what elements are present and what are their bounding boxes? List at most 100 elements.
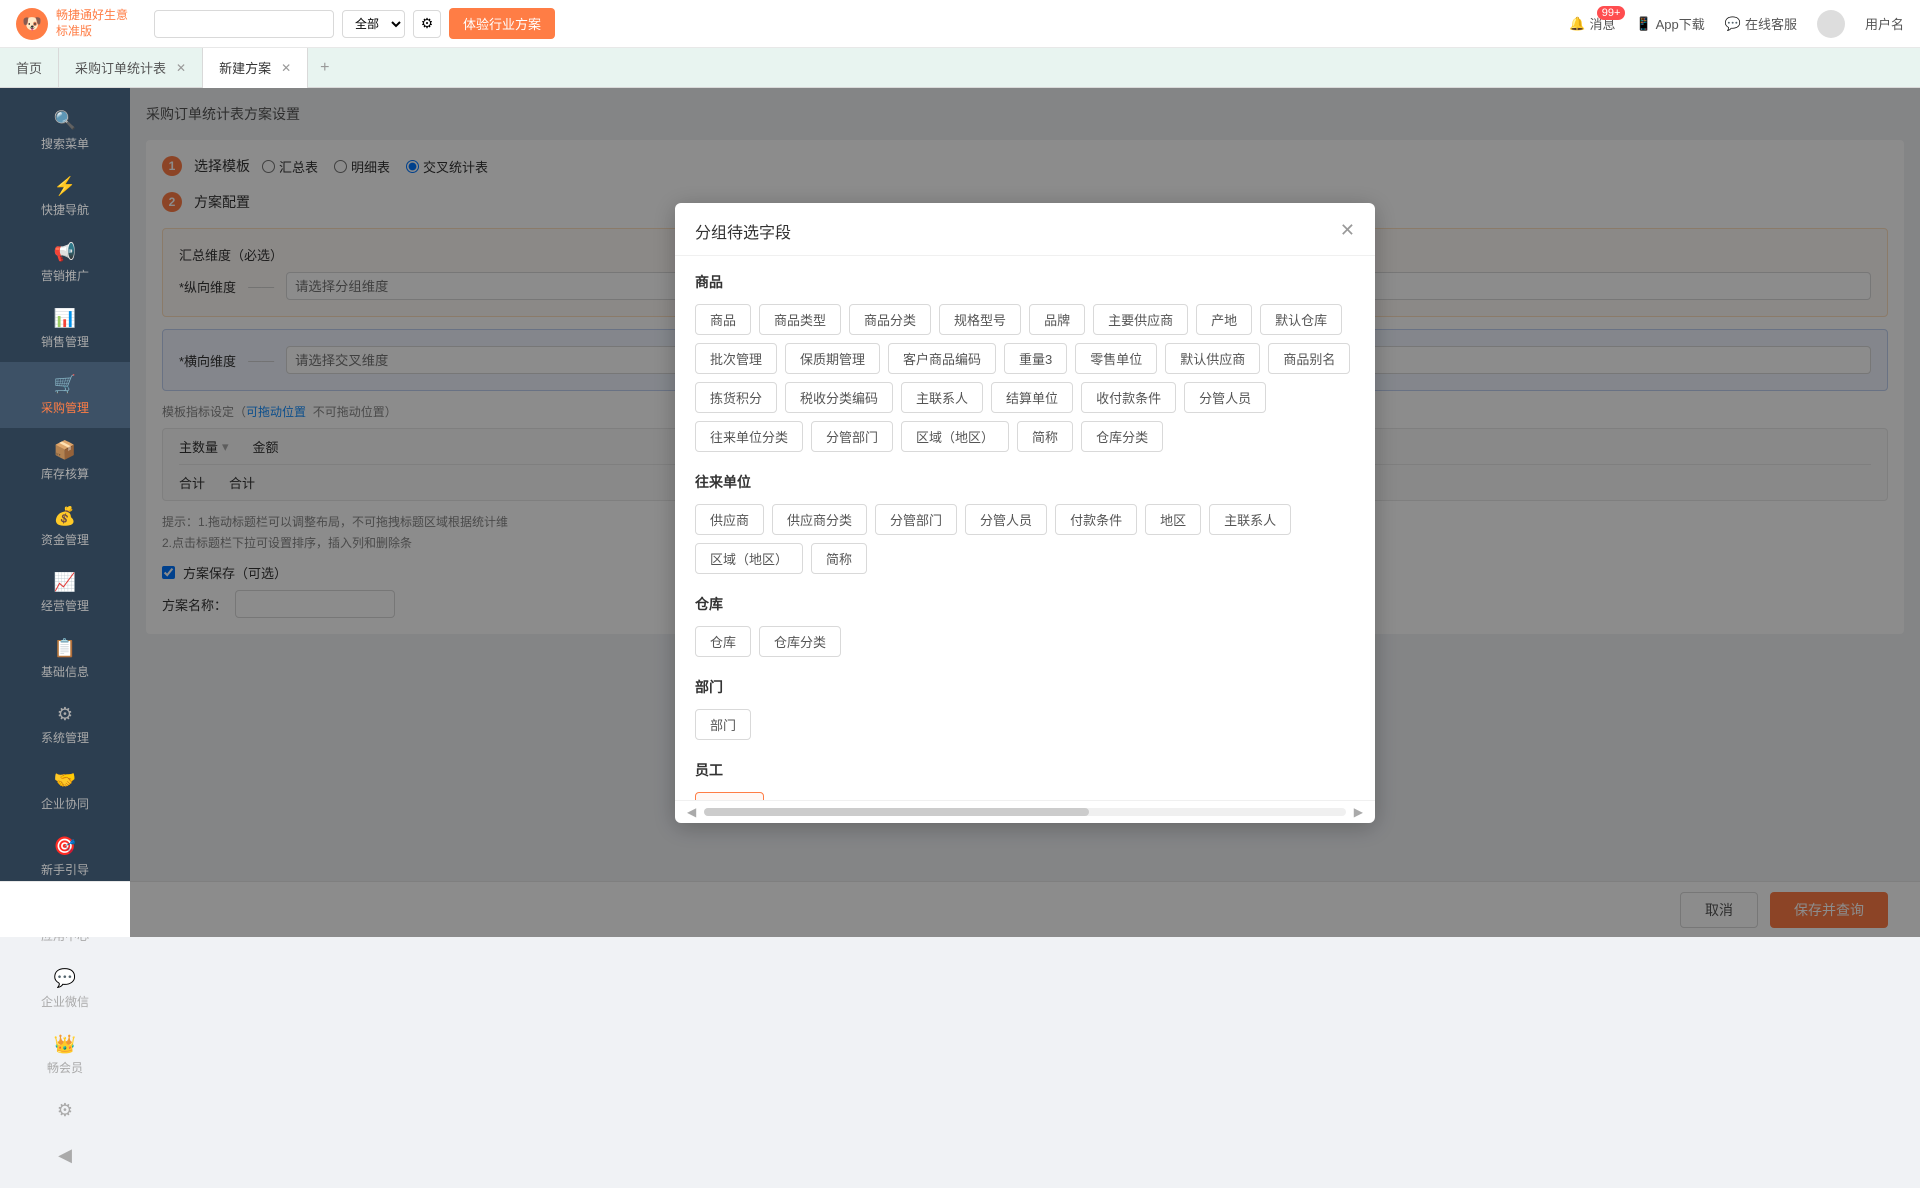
- sidebar-item-basic-info[interactable]: 📋 基础信息: [0, 626, 130, 692]
- field-tag-region[interactable]: 区域（地区）: [901, 421, 1009, 452]
- collapse-icon: ◀: [58, 1145, 72, 1166]
- tab-add-button[interactable]: +: [308, 59, 341, 77]
- field-tag-supervisor[interactable]: 分管人员: [1184, 382, 1266, 413]
- field-tag-mgmt-person[interactable]: 分管人员: [965, 504, 1047, 535]
- field-tag-batch-mgmt[interactable]: 批次管理: [695, 343, 777, 374]
- sidebar-item-purchase-label: 采购管理: [41, 399, 89, 416]
- search-dropdown[interactable]: 全部: [342, 10, 405, 38]
- sidebar-item-wechat[interactable]: 💬 企业微信: [0, 956, 130, 1022]
- field-tag-settlement-unit[interactable]: 结算单位: [991, 382, 1073, 413]
- section-department-tags: 部门: [695, 709, 1355, 740]
- field-tag-warehouse-category[interactable]: 仓库分类: [1081, 421, 1163, 452]
- field-tag-spec-model[interactable]: 规格型号: [939, 304, 1021, 335]
- section-counterpart-tags: 供应商 供应商分类 分管部门 分管人员 付款条件 地区 主联系人 区域（地区） …: [695, 504, 1355, 574]
- field-tag-main-contact2[interactable]: 主联系人: [1209, 504, 1291, 535]
- sidebar-item-operations[interactable]: 📈 经营管理: [0, 560, 130, 626]
- section-employee-tags: 业务员: [695, 792, 1355, 800]
- content-area: 采购订单统计表方案设置 1 选择模板 汇总表 明细表 交叉统计表 2 方案配置 …: [130, 88, 1920, 937]
- crown-icon: 👑: [54, 1034, 76, 1055]
- field-tag-supplier-category[interactable]: 供应商分类: [772, 504, 867, 535]
- section-employee-title: 员工: [695, 760, 1355, 780]
- sidebar-item-search[interactable]: 🔍 搜索菜单: [0, 98, 130, 164]
- sidebar-item-marketing-label: 营销推广: [41, 267, 89, 284]
- sidebar-item-inventory-label: 库存核算: [41, 465, 89, 482]
- sidebar-item-sales[interactable]: 📊 销售管理: [0, 296, 130, 362]
- tab-purchase-stat-close[interactable]: ✕: [176, 61, 186, 75]
- trial-button[interactable]: 体验行业方案: [449, 8, 555, 39]
- sidebar-settings-btn[interactable]: ⚙: [0, 1088, 130, 1133]
- sidebar-collapse-btn[interactable]: ◀: [0, 1133, 130, 1178]
- sidebar-item-purchase[interactable]: 🛒 采购管理: [0, 362, 130, 428]
- field-tag-pick-score[interactable]: 拣货积分: [695, 382, 777, 413]
- online-service-item[interactable]: 💬 在线客服: [1725, 14, 1797, 33]
- field-tag-department[interactable]: 部门: [695, 709, 751, 740]
- sidebar-item-marketing[interactable]: 📢 营销推广: [0, 230, 130, 296]
- field-tag-retail-unit[interactable]: 零售单位: [1075, 343, 1157, 374]
- field-tag-default-warehouse[interactable]: 默认仓库: [1260, 304, 1342, 335]
- app-download-label: App下载: [1656, 14, 1705, 33]
- field-tag-expiry-mgmt[interactable]: 保质期管理: [785, 343, 880, 374]
- field-tag-brand[interactable]: 品牌: [1029, 304, 1085, 335]
- scroll-right-btn[interactable]: ▶: [1354, 805, 1363, 819]
- sidebar-item-system[interactable]: ⚙ 系统管理: [0, 692, 130, 758]
- tab-purchase-stat[interactable]: 采购订单统计表 ✕: [59, 48, 203, 88]
- field-select-modal: 分组待选字段 ✕ 商品 商品 商品类型 商品分类 规格型号 品牌 主要供应商 产…: [675, 203, 1375, 823]
- chat-icon: 💬: [1725, 16, 1741, 32]
- field-tag-default-supplier[interactable]: 默认供应商: [1165, 343, 1260, 374]
- sidebar-item-quicknav-label: 快捷导航: [41, 201, 89, 218]
- field-tag-customer-code[interactable]: 客户商品编码: [888, 343, 996, 374]
- field-tag-main-contact[interactable]: 主联系人: [901, 382, 983, 413]
- gear-button[interactable]: ⚙: [413, 10, 441, 38]
- search-input[interactable]: [154, 10, 334, 38]
- field-tag-product-type[interactable]: 商品类型: [759, 304, 841, 335]
- message-item[interactable]: 🔔 消息 99+: [1569, 14, 1615, 33]
- sidebar-item-member[interactable]: 👑 畅会员: [0, 1022, 130, 1088]
- scroll-left-btn[interactable]: ◀: [687, 805, 696, 819]
- field-tag-salesperson[interactable]: 业务员: [695, 792, 764, 800]
- settings-icon: ⚙: [57, 1100, 73, 1121]
- field-tag-product[interactable]: 商品: [695, 304, 751, 335]
- tab-home[interactable]: 首页: [0, 48, 59, 88]
- field-tag-main-supplier[interactable]: 主要供应商: [1093, 304, 1188, 335]
- field-tag-warehouse-cat[interactable]: 仓库分类: [759, 626, 841, 657]
- sidebar-item-sales-label: 销售管理: [41, 333, 89, 350]
- field-tag-weight3[interactable]: 重量3: [1004, 343, 1067, 374]
- app-download-item[interactable]: 📱 App下载: [1635, 14, 1704, 33]
- message-badge: 99+: [1597, 6, 1626, 20]
- field-tag-dept[interactable]: 分管部门: [811, 421, 893, 452]
- field-tag-counterpart-category[interactable]: 往来单位分类: [695, 421, 803, 452]
- sidebar-item-collab[interactable]: 🤝 企业协同: [0, 758, 130, 824]
- field-tag-tax-code[interactable]: 税收分类编码: [785, 382, 893, 413]
- field-tag-mgmt-dept[interactable]: 分管部门: [875, 504, 957, 535]
- field-tag-warehouse[interactable]: 仓库: [695, 626, 751, 657]
- section-counterpart-title: 往来单位: [695, 472, 1355, 492]
- field-tag-payment-terms[interactable]: 收付款条件: [1081, 382, 1176, 413]
- avatar[interactable]: [1817, 10, 1845, 38]
- tab-new-plan-close[interactable]: ✕: [281, 61, 291, 75]
- field-tag-alias[interactable]: 商品别名: [1268, 343, 1350, 374]
- field-tag-area[interactable]: 地区: [1145, 504, 1201, 535]
- logo-icon: 🐶: [16, 8, 48, 40]
- field-tag-payment-condition[interactable]: 付款条件: [1055, 504, 1137, 535]
- field-tag-product-category[interactable]: 商品分类: [849, 304, 931, 335]
- sidebar-item-inventory[interactable]: 📦 库存核算: [0, 428, 130, 494]
- sidebar-item-quicknav[interactable]: ⚡ 快捷导航: [0, 164, 130, 230]
- field-tag-short-name[interactable]: 简称: [1017, 421, 1073, 452]
- field-tag-short-name2[interactable]: 简称: [811, 543, 867, 574]
- field-tag-supplier[interactable]: 供应商: [695, 504, 764, 535]
- sidebar-item-operations-label: 经营管理: [41, 597, 89, 614]
- section-product: 商品 商品 商品类型 商品分类 规格型号 品牌 主要供应商 产地 默认仓库 批次…: [695, 272, 1355, 452]
- section-department-title: 部门: [695, 677, 1355, 697]
- logo-text: 畅捷通好生意 标准版: [56, 8, 128, 39]
- system-icon: ⚙: [57, 704, 73, 725]
- sidebar-item-search-label: 搜索菜单: [41, 135, 89, 152]
- tab-new-plan[interactable]: 新建方案 ✕: [203, 48, 308, 88]
- horizontal-scrollbar[interactable]: [704, 808, 1346, 816]
- field-tag-origin[interactable]: 产地: [1196, 304, 1252, 335]
- wechat-icon: 💬: [54, 968, 76, 989]
- modal-close-button[interactable]: ✕: [1340, 220, 1355, 241]
- modal-body[interactable]: 商品 商品 商品类型 商品分类 规格型号 品牌 主要供应商 产地 默认仓库 批次…: [675, 256, 1375, 800]
- sidebar-item-finance[interactable]: 💰 资金管理: [0, 494, 130, 560]
- field-tag-region2[interactable]: 区域（地区）: [695, 543, 803, 574]
- user-name[interactable]: 用户名: [1865, 14, 1904, 33]
